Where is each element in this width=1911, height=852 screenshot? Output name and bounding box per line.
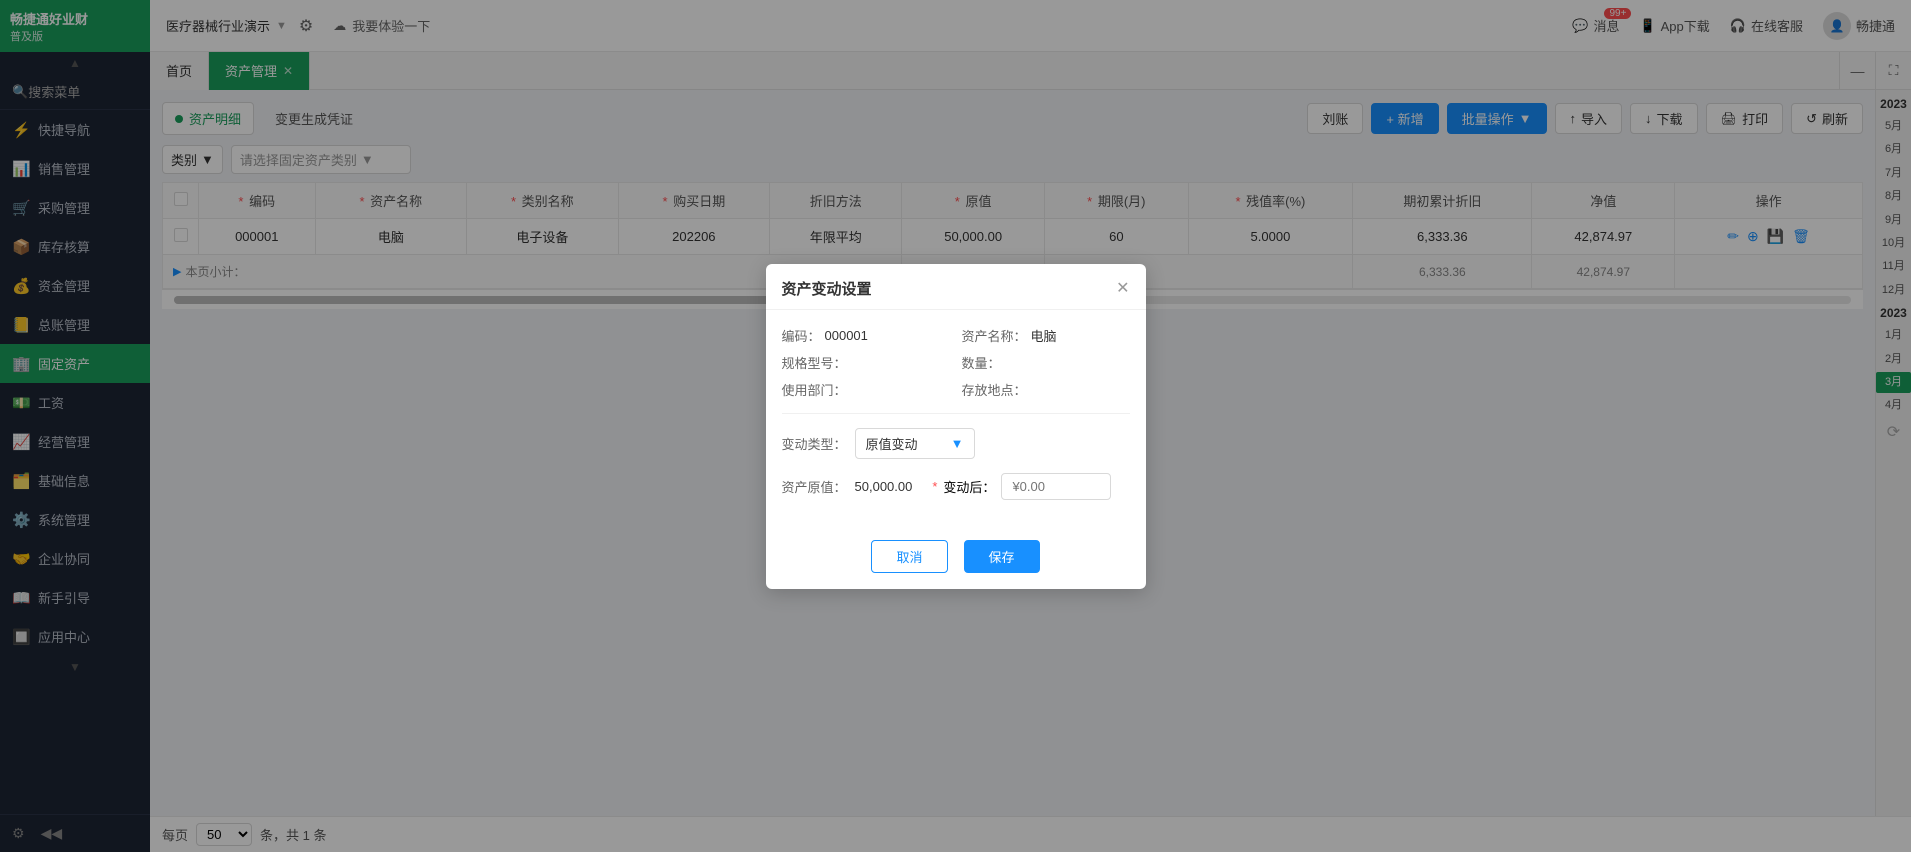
modal-quantity-field: 数量： bbox=[962, 353, 1130, 372]
department-label: 使用部门： bbox=[782, 380, 847, 399]
modal-close-button[interactable]: ✕ bbox=[1116, 278, 1129, 298]
modal-department-field: 使用部门： bbox=[782, 380, 950, 399]
modal-code-field: 编码： 000001 bbox=[782, 326, 950, 345]
after-change-group: * 变动后： bbox=[932, 473, 1111, 500]
after-value-input[interactable] bbox=[1001, 473, 1111, 500]
change-type-value: 原值变动 bbox=[866, 434, 918, 453]
asset-name-label: 资产名称： bbox=[962, 326, 1027, 345]
asset-name-value: 电脑 bbox=[1031, 326, 1057, 345]
modal-cancel-button[interactable]: 取消 bbox=[871, 540, 947, 573]
location-label: 存放地点： bbox=[962, 380, 1027, 399]
code-label: 编码： bbox=[782, 326, 821, 345]
change-type-label: 变动类型： bbox=[782, 434, 847, 453]
modal-footer: 取消 保存 bbox=[766, 530, 1146, 589]
modal-header: 资产变动设置 ✕ bbox=[766, 264, 1146, 310]
main-area: 医疗器械行业演示 ▼ ⚙ ☁ 我要体验一下 💬 消息 99+ 📱 App下载 🎧… bbox=[150, 0, 1911, 852]
modal-title: 资产变动设置 bbox=[782, 278, 872, 299]
required-star-icon: * bbox=[932, 479, 937, 494]
quantity-label: 数量： bbox=[962, 353, 1001, 372]
code-value: 000001 bbox=[825, 328, 868, 343]
modal-body: 编码： 000001 资产名称： 电脑 规格型号： 数量： bbox=[766, 310, 1146, 530]
after-label: 变动后： bbox=[943, 477, 995, 496]
spec-label: 规格型号： bbox=[782, 353, 847, 372]
asset-value-row: 资产原值： 50,000.00 * 变动后： bbox=[782, 473, 1130, 500]
modal-name-field: 资产名称： 电脑 bbox=[962, 326, 1130, 345]
asset-change-modal: 资产变动设置 ✕ 编码： 000001 资产名称： 电脑 规格型号： bbox=[766, 264, 1146, 589]
modal-overlay: 资产变动设置 ✕ 编码： 000001 资产名称： 电脑 规格型号： bbox=[150, 0, 1911, 852]
asset-value-label: 资产原值： bbox=[782, 477, 847, 496]
change-type-select[interactable]: 原值变动 ▼ bbox=[855, 428, 975, 459]
modal-save-button[interactable]: 保存 bbox=[964, 540, 1040, 573]
modal-info-grid: 编码： 000001 资产名称： 电脑 规格型号： 数量： bbox=[782, 326, 1130, 414]
modal-location-field: 存放地点： bbox=[962, 380, 1130, 399]
cancel-label: 取消 bbox=[896, 550, 922, 565]
modal-spec-field: 规格型号： bbox=[782, 353, 950, 372]
save-label: 保存 bbox=[989, 550, 1015, 565]
change-type-dropdown-icon: ▼ bbox=[951, 436, 964, 451]
asset-value-display: 50,000.00 bbox=[855, 479, 913, 494]
change-type-row: 变动类型： 原值变动 ▼ bbox=[782, 428, 1130, 459]
